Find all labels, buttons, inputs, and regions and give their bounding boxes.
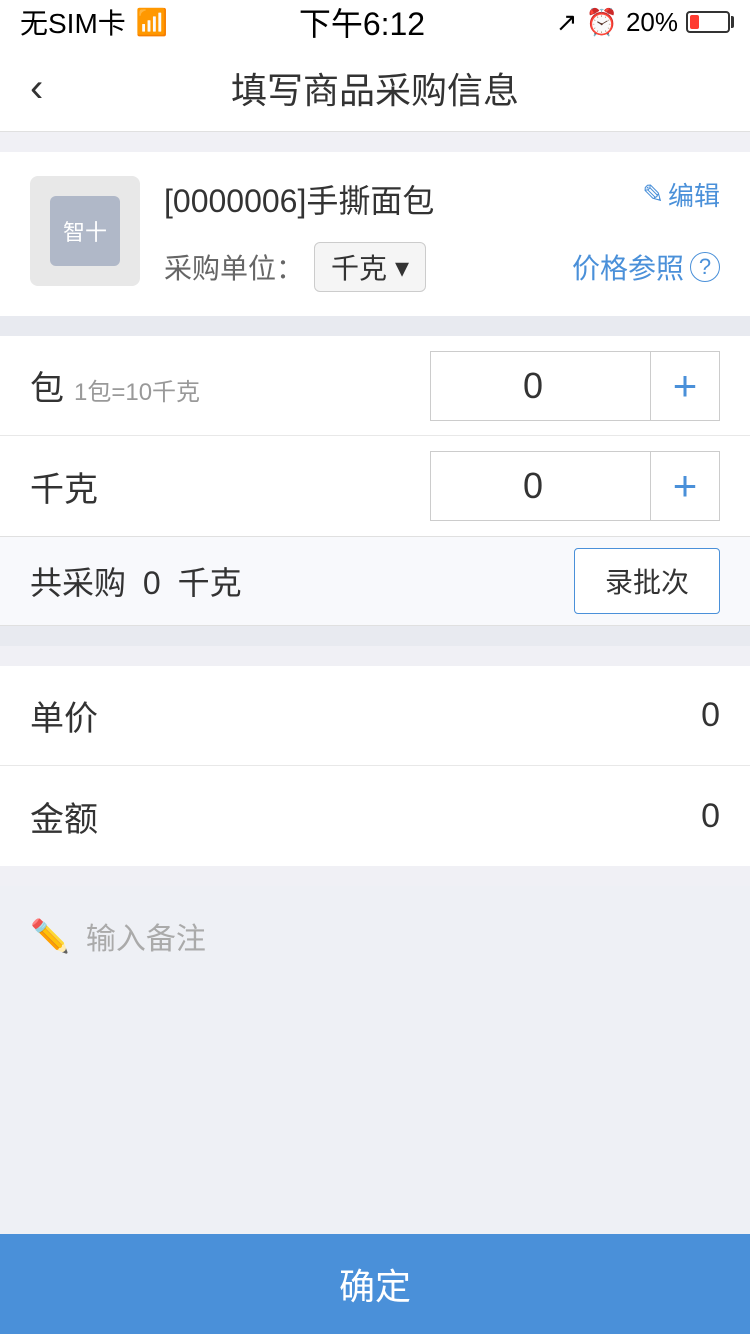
product-unit-row: 采购单位： 千克 ▾ 价格参照 ? xyxy=(164,242,720,292)
edit-icon: ✎ xyxy=(642,179,664,210)
total-display: 共采购 0 千克 xyxy=(30,558,242,604)
total-section: 共采购 0 千克 录批次 xyxy=(0,536,750,626)
unit-price-label: 单价 xyxy=(30,691,98,740)
status-bar: 无SIM卡 📶 下午6:12 ↗ ⏰ 20% xyxy=(0,0,750,44)
kg-quantity-input[interactable] xyxy=(430,451,650,521)
product-card: 智十 [0000006]手撕面包 ✎ 编辑 采购单位： 千克 ▾ 价格参照 ? xyxy=(0,152,750,316)
kg-label-group: 千克 xyxy=(30,462,98,511)
notes-section[interactable]: ✏️ 输入备注 xyxy=(0,886,750,986)
page-title: 填写商品采购信息 xyxy=(231,62,519,114)
quantity-form-section: 包 1包=10千克 + 千克 + xyxy=(0,336,750,536)
total-prefix: 共采购 xyxy=(30,565,126,601)
amount-label: 金额 xyxy=(30,792,98,841)
section-divider-2 xyxy=(0,626,750,646)
product-info: [0000006]手撕面包 ✎ 编辑 采购单位： 千克 ▾ 价格参照 ? xyxy=(164,176,720,292)
location-icon: ↗ xyxy=(556,7,578,38)
alarm-icon: ⏰ xyxy=(586,7,618,38)
product-full-name: [0000006]手撕面包 xyxy=(164,176,434,222)
unit-value: 千克 xyxy=(331,247,387,287)
status-left: 无SIM卡 📶 xyxy=(20,2,168,42)
batch-record-button[interactable]: 录批次 xyxy=(574,548,720,614)
battery-fill xyxy=(690,15,699,29)
nav-bar: ‹ 填写商品采购信息 xyxy=(0,44,750,132)
battery-percent: 20% xyxy=(626,7,678,38)
edit-button[interactable]: ✎ 编辑 xyxy=(642,176,720,213)
price-ref-help-icon: ? xyxy=(690,252,720,282)
unit-select-dropdown[interactable]: 千克 ▾ xyxy=(314,242,426,292)
bao-quantity-input[interactable] xyxy=(430,351,650,421)
carrier-text: 无SIM卡 xyxy=(20,2,126,42)
price-reference-button[interactable]: 价格参照 ? xyxy=(572,247,720,287)
bao-sublabel: 1包=10千克 xyxy=(74,372,200,407)
dropdown-arrow-icon: ▾ xyxy=(395,251,409,284)
notes-placeholder: 输入备注 xyxy=(86,914,206,958)
total-value: 0 xyxy=(143,565,161,601)
battery-icon xyxy=(686,11,730,33)
section-divider-1 xyxy=(0,316,750,336)
kg-label: 千克 xyxy=(30,462,98,511)
kg-quantity-row: 千克 + xyxy=(0,436,750,536)
kg-plus-button[interactable]: + xyxy=(650,451,720,521)
amount-row: 金额 0 xyxy=(0,766,750,866)
total-unit: 千克 xyxy=(178,565,242,601)
product-name-row: [0000006]手撕面包 ✎ 编辑 xyxy=(164,176,720,222)
unit-label: 采购单位： xyxy=(164,247,304,287)
bao-input-group: + xyxy=(430,351,720,421)
pricing-section: 单价 0 金额 0 xyxy=(0,666,750,866)
kg-input-group: + xyxy=(430,451,720,521)
price-ref-label: 价格参照 xyxy=(572,247,684,287)
product-logo: 智十 xyxy=(50,196,120,266)
pencil-icon: ✏️ xyxy=(30,917,70,955)
bao-plus-button[interactable]: + xyxy=(650,351,720,421)
wifi-icon: 📶 xyxy=(136,7,168,38)
edit-label: 编辑 xyxy=(668,176,720,213)
bao-label: 包 xyxy=(30,361,64,410)
back-button[interactable]: ‹ xyxy=(30,68,43,108)
product-image: 智十 xyxy=(30,176,140,286)
amount-value: 0 xyxy=(701,797,720,836)
bao-quantity-row: 包 1包=10千克 + xyxy=(0,336,750,436)
confirm-button[interactable]: 确定 xyxy=(0,1234,750,1334)
bao-label-group: 包 1包=10千克 xyxy=(30,361,200,410)
unit-price-row: 单价 0 xyxy=(0,666,750,766)
unit-price-value: 0 xyxy=(701,696,720,735)
status-right: ↗ ⏰ 20% xyxy=(556,7,730,38)
time-display: 下午6:12 xyxy=(299,0,425,45)
